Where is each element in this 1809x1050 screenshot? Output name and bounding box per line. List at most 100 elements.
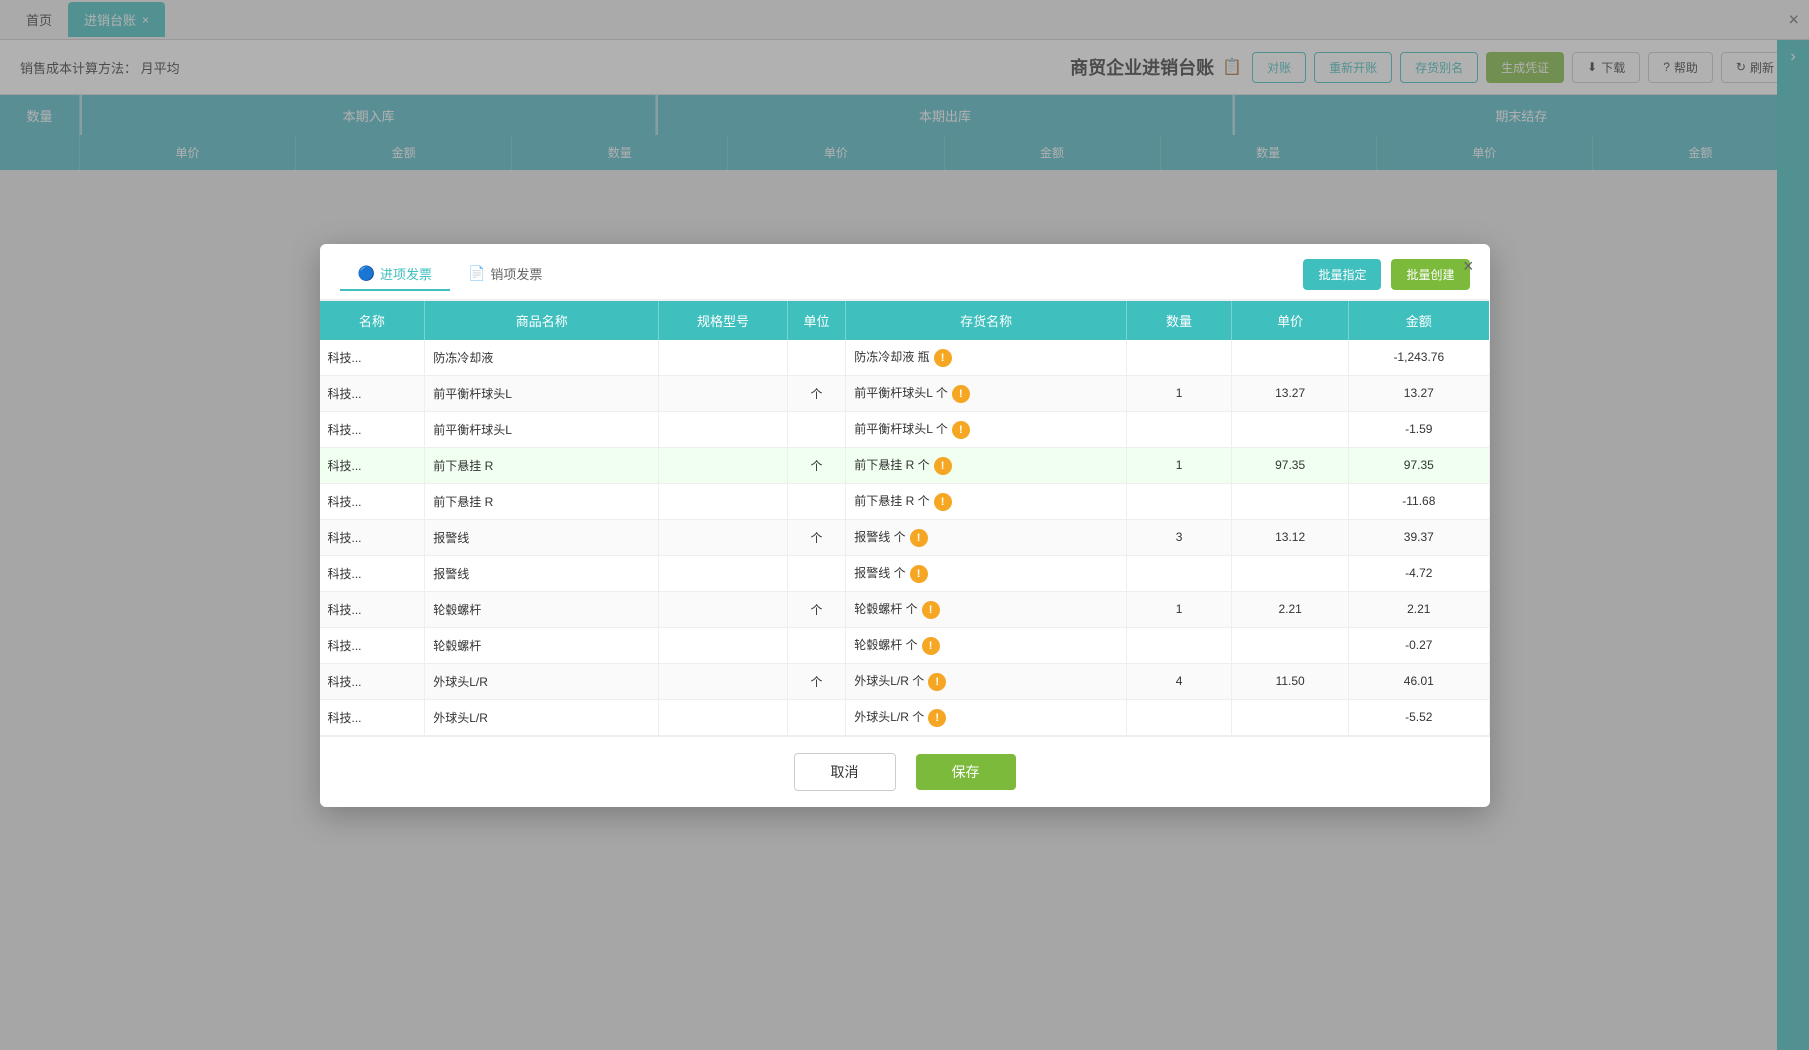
cell-name: 科技... xyxy=(320,340,425,376)
cell-product: 前下悬挂 R xyxy=(425,447,659,483)
modal-table-container[interactable]: 名称 商品名称 规格型号 单位 存货名称 数量 单价 金额 科技... 防冻冷却… xyxy=(320,301,1490,736)
cell-unit-price xyxy=(1232,411,1349,447)
table-row[interactable]: 科技... 报警线 个 报警线 个! 3 13.12 39.37 xyxy=(320,519,1490,555)
cell-product: 防冻冷却液 xyxy=(425,340,659,376)
cell-product: 轮毂螺杆 xyxy=(425,627,659,663)
cell-name: 科技... xyxy=(320,699,425,735)
warning-icon: ! xyxy=(928,709,946,727)
table-row[interactable]: 科技... 前平衡杆球头L 个 前平衡杆球头L 个! 1 13.27 13.27 xyxy=(320,375,1490,411)
cell-unit: 个 xyxy=(787,591,845,627)
col-unit-price: 单价 xyxy=(1232,301,1349,340)
cell-unit-price xyxy=(1232,627,1349,663)
cell-quantity: 1 xyxy=(1126,591,1231,627)
cell-inventory: 前下悬挂 R 个! xyxy=(846,483,1127,519)
modal-tabs: 🔵 进项发票 📄 销项发票 xyxy=(340,258,561,291)
cell-quantity: 1 xyxy=(1126,447,1231,483)
cell-spec xyxy=(659,519,788,555)
cell-unit-price: 13.27 xyxy=(1232,375,1349,411)
cell-spec xyxy=(659,627,788,663)
cell-spec xyxy=(659,375,788,411)
cell-spec xyxy=(659,483,788,519)
cell-amount: 97.35 xyxy=(1349,447,1489,483)
col-unit: 单位 xyxy=(787,301,845,340)
cell-amount: -1.59 xyxy=(1349,411,1489,447)
cell-unit-price: 97.35 xyxy=(1232,447,1349,483)
cell-spec xyxy=(659,447,788,483)
warning-icon: ! xyxy=(910,565,928,583)
cell-amount: 39.37 xyxy=(1349,519,1489,555)
cell-inventory: 轮毂螺杆 个! xyxy=(846,627,1127,663)
cell-unit-price: 13.12 xyxy=(1232,519,1349,555)
cell-unit xyxy=(787,340,845,376)
batch-assign-button[interactable]: 批量指定 xyxy=(1303,259,1381,290)
modal-header: 🔵 进项发票 📄 销项发票 批量指定 批量创建 × xyxy=(320,244,1490,301)
batch-create-button[interactable]: 批量创建 xyxy=(1391,259,1469,290)
cell-spec xyxy=(659,555,788,591)
cell-amount: 46.01 xyxy=(1349,663,1489,699)
cell-inventory: 前平衡杆球头L 个! xyxy=(846,375,1127,411)
cell-name: 科技... xyxy=(320,591,425,627)
cell-unit xyxy=(787,699,845,735)
cell-amount: -4.72 xyxy=(1349,555,1489,591)
cell-amount: 13.27 xyxy=(1349,375,1489,411)
warning-icon: ! xyxy=(934,493,952,511)
table-row[interactable]: 科技... 前平衡杆球头L 前平衡杆球头L 个! -1.59 xyxy=(320,411,1490,447)
table-row[interactable]: 科技... 报警线 报警线 个! -4.72 xyxy=(320,555,1490,591)
cell-inventory: 轮毂螺杆 个! xyxy=(846,591,1127,627)
modal-overlay: 🔵 进项发票 📄 销项发票 批量指定 批量创建 × 名称 商品 xyxy=(0,0,1809,1050)
col-name: 名称 xyxy=(320,301,425,340)
save-button[interactable]: 保存 xyxy=(916,754,1016,790)
cell-unit: 个 xyxy=(787,375,845,411)
cell-name: 科技... xyxy=(320,555,425,591)
cell-product: 前平衡杆球头L xyxy=(425,375,659,411)
col-spec: 规格型号 xyxy=(659,301,788,340)
warning-icon: ! xyxy=(934,349,952,367)
cell-spec xyxy=(659,591,788,627)
cell-unit-price xyxy=(1232,340,1349,376)
table-row[interactable]: 科技... 轮毂螺杆 个 轮毂螺杆 个! 1 2.21 2.21 xyxy=(320,591,1490,627)
cell-spec xyxy=(659,411,788,447)
cell-amount: -0.27 xyxy=(1349,627,1489,663)
cell-inventory: 外球头L/R 个! xyxy=(846,663,1127,699)
modal-close-icon[interactable]: × xyxy=(1463,256,1474,277)
table-row[interactable]: 科技... 外球头L/R 个 外球头L/R 个! 4 11.50 46.01 xyxy=(320,663,1490,699)
cell-name: 科技... xyxy=(320,375,425,411)
cell-product: 前平衡杆球头L xyxy=(425,411,659,447)
table-row[interactable]: 科技... 前下悬挂 R 个 前下悬挂 R 个! 1 97.35 97.35 xyxy=(320,447,1490,483)
warning-icon: ! xyxy=(910,529,928,547)
cell-name: 科技... xyxy=(320,483,425,519)
cell-quantity xyxy=(1126,555,1231,591)
cell-product: 轮毂螺杆 xyxy=(425,591,659,627)
col-inventory-name: 存货名称 xyxy=(846,301,1127,340)
col-quantity: 数量 xyxy=(1126,301,1231,340)
table-row[interactable]: 科技... 轮毂螺杆 轮毂螺杆 个! -0.27 xyxy=(320,627,1490,663)
cell-unit: 个 xyxy=(787,447,845,483)
cell-name: 科技... xyxy=(320,663,425,699)
cell-name: 科技... xyxy=(320,627,425,663)
col-product-name: 商品名称 xyxy=(425,301,659,340)
table-row[interactable]: 科技... 外球头L/R 外球头L/R 个! -5.52 xyxy=(320,699,1490,735)
cell-product: 外球头L/R xyxy=(425,699,659,735)
modal-footer: 取消 保存 xyxy=(320,736,1490,807)
cell-unit xyxy=(787,555,845,591)
cell-unit: 个 xyxy=(787,519,845,555)
cancel-button[interactable]: 取消 xyxy=(794,753,896,791)
cell-amount: -11.68 xyxy=(1349,483,1489,519)
tab-output-invoice[interactable]: 📄 销项发票 xyxy=(450,258,560,291)
cell-inventory: 前平衡杆球头L 个! xyxy=(846,411,1127,447)
input-invoice-icon: 🔵 xyxy=(358,265,375,282)
tab-input-invoice[interactable]: 🔵 进项发票 xyxy=(340,258,450,291)
cell-name: 科技... xyxy=(320,519,425,555)
cell-unit: 个 xyxy=(787,663,845,699)
cell-name: 科技... xyxy=(320,411,425,447)
table-row[interactable]: 科技... 前下悬挂 R 前下悬挂 R 个! -11.68 xyxy=(320,483,1490,519)
cell-unit xyxy=(787,411,845,447)
warning-icon: ! xyxy=(922,601,940,619)
col-amount: 金额 xyxy=(1349,301,1489,340)
cell-inventory: 报警线 个! xyxy=(846,555,1127,591)
cell-quantity xyxy=(1126,340,1231,376)
cell-quantity: 1 xyxy=(1126,375,1231,411)
table-row[interactable]: 科技... 防冻冷却液 防冻冷却液 瓶! -1,243.76 xyxy=(320,340,1490,376)
warning-icon: ! xyxy=(928,673,946,691)
warning-icon: ! xyxy=(934,457,952,475)
